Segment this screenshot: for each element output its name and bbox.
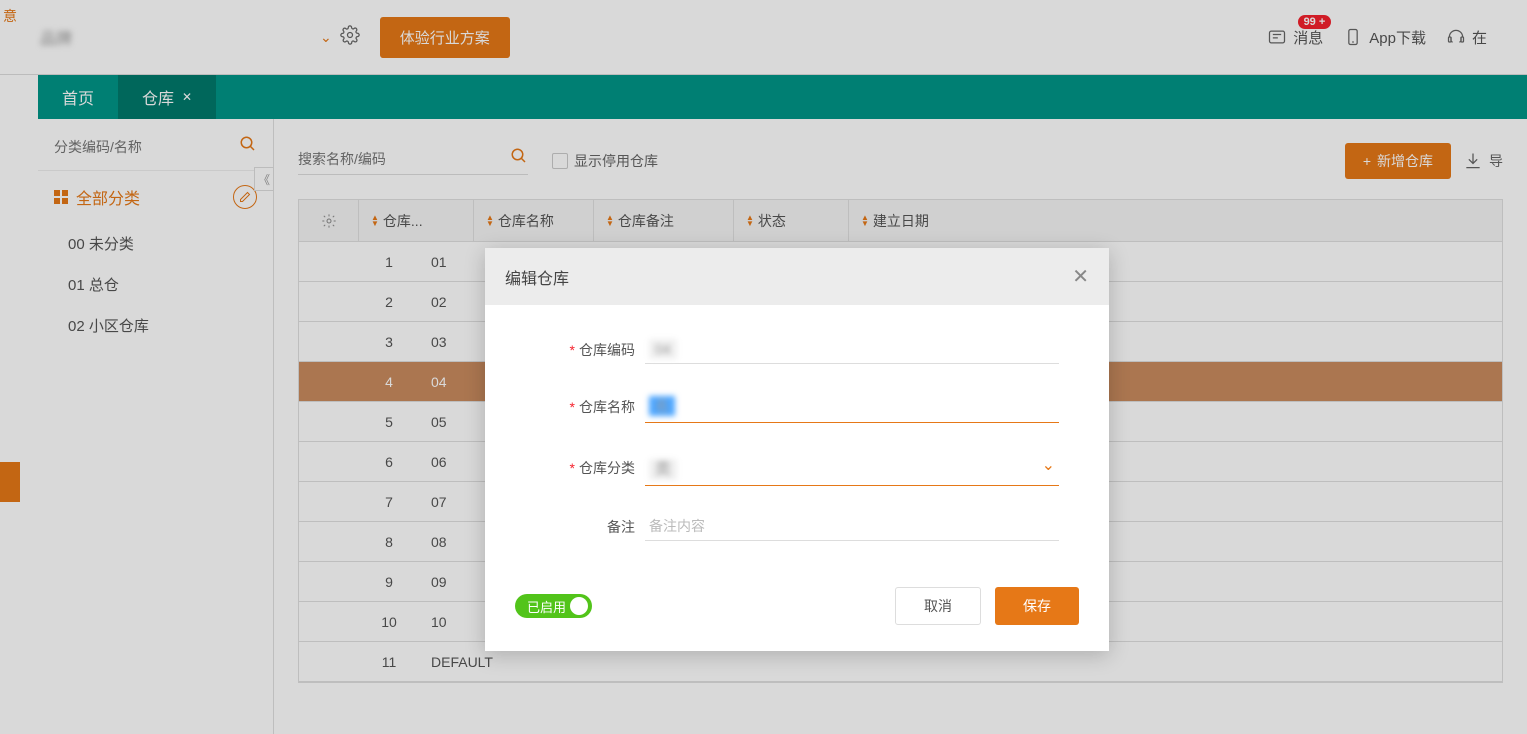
- toggle-label: 已启用: [527, 597, 566, 616]
- toggle-knob: [570, 597, 588, 615]
- modal-header: 编辑仓库 ✕: [485, 248, 1109, 305]
- close-icon[interactable]: ✕: [1072, 264, 1089, 289]
- name-label: *仓库名称: [535, 397, 645, 417]
- code-label: *仓库编码: [535, 340, 645, 360]
- warehouse-category-select[interactable]: 类 ⌄: [645, 449, 1059, 486]
- modal-body: *仓库编码 04 *仓库名称 名 *仓库分类 类 ⌄ 备注: [485, 305, 1109, 577]
- form-row-code: *仓库编码 04: [535, 335, 1059, 364]
- edit-warehouse-modal: 编辑仓库 ✕ *仓库编码 04 *仓库名称 名 *仓库分类 类 ⌄ 备注 已启用: [485, 248, 1109, 651]
- form-row-category: *仓库分类 类 ⌄: [535, 449, 1059, 486]
- form-row-remark: 备注: [535, 512, 1059, 541]
- save-button[interactable]: 保存: [995, 587, 1079, 625]
- warehouse-code-input[interactable]: 04: [645, 335, 1059, 364]
- modal-footer: 已启用 取消 保存: [485, 577, 1109, 651]
- form-row-name: *仓库名称 名: [535, 390, 1059, 423]
- cancel-button[interactable]: 取消: [895, 587, 981, 625]
- remark-label: 备注: [535, 517, 645, 537]
- chevron-down-icon: ⌄: [1042, 455, 1055, 475]
- warehouse-name-input[interactable]: 名: [645, 390, 1059, 423]
- modal-title: 编辑仓库: [505, 265, 569, 289]
- remark-input[interactable]: [645, 512, 1059, 541]
- category-label: *仓库分类: [535, 458, 645, 478]
- enabled-toggle[interactable]: 已启用: [515, 594, 592, 618]
